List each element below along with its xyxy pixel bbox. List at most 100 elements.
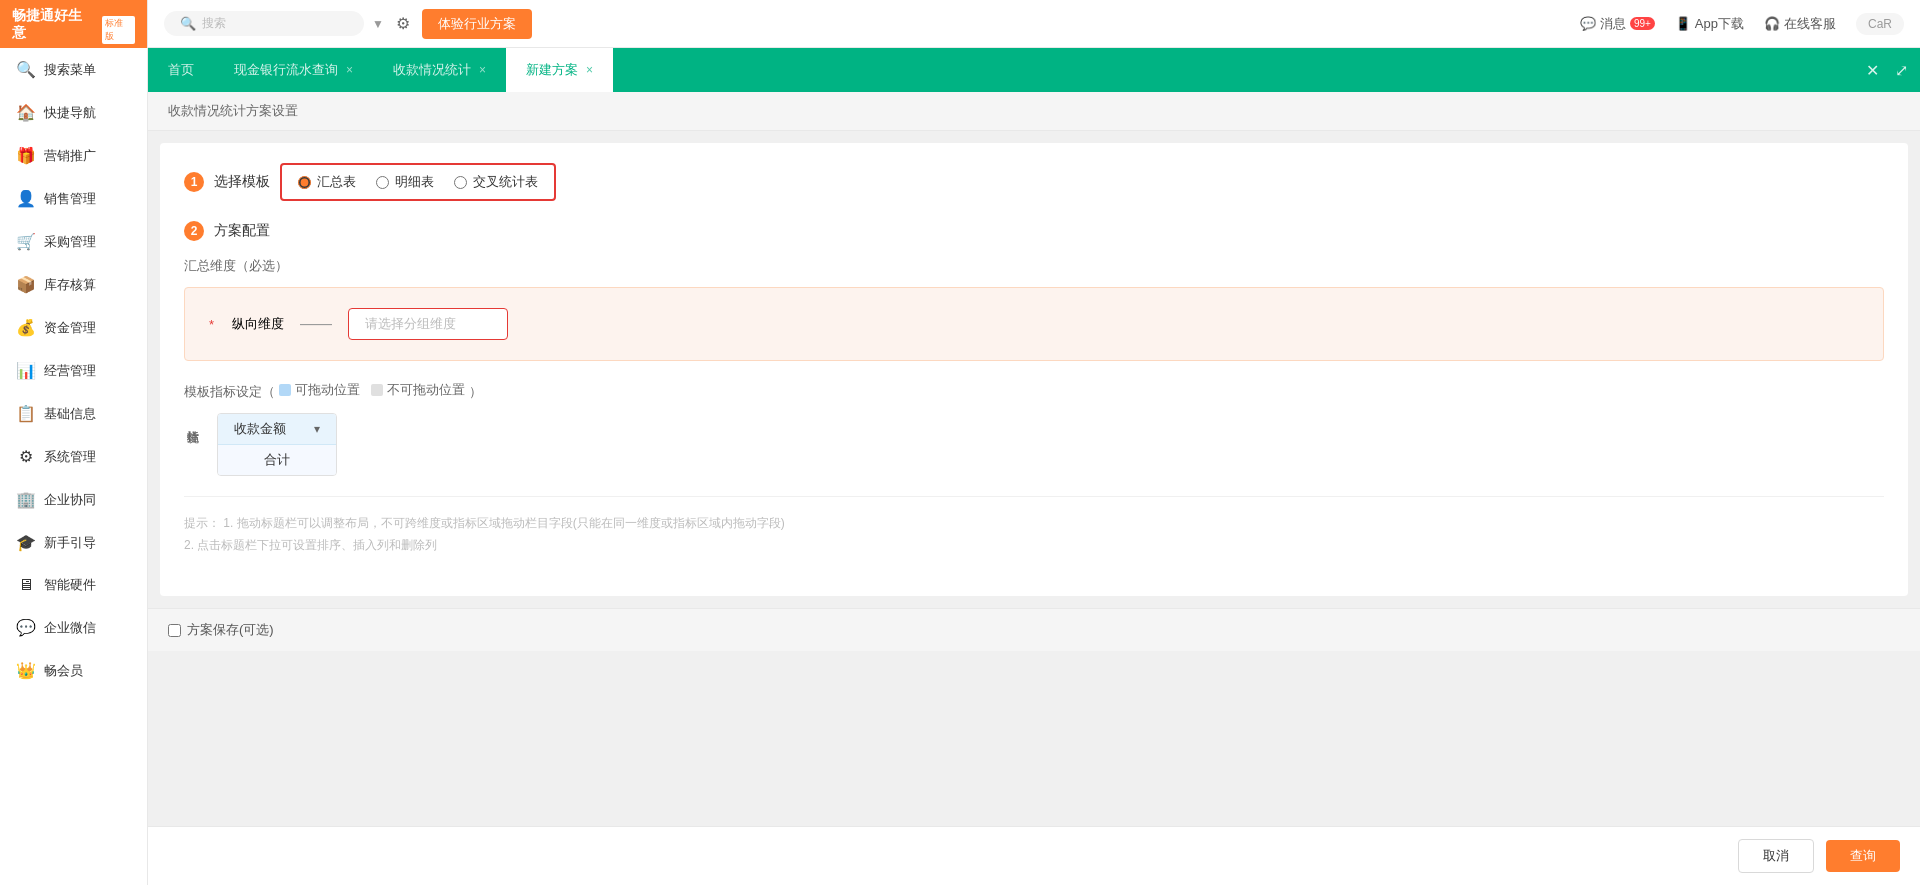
tip-line-2: 2. 点击标题栏下拉可设置排序、插入列和删除列 (184, 535, 1884, 557)
tip-title: 提示： 1. 拖动标题栏可以调整布局，不可跨维度或指标区域拖动栏目字段(只能在同… (184, 513, 1884, 535)
sidebar-logo-text: 畅捷通好生意 (12, 7, 94, 41)
search-icon: 🔍 (16, 60, 36, 79)
main-area: 🔍 搜索 ▼ ⚙ 体验行业方案 💬 消息 99+ 📱 App下载 🎧 在线客服 … (148, 0, 1920, 885)
app-download-item[interactable]: 📱 App下载 (1675, 15, 1744, 33)
radio-detail[interactable]: 明细表 (376, 173, 434, 191)
sidebar-item-enterprise[interactable]: 🏢 企业协同 (0, 478, 147, 521)
tabbar: 首页 现金银行流水查询 × 收款情况统计 × 新建方案 × ✕ ⤢ (148, 48, 1920, 92)
sidebar-item-label: 库存核算 (44, 276, 96, 294)
sidebar-item-member[interactable]: 👑 畅会员 (0, 649, 147, 692)
search-box[interactable]: 🔍 搜索 (164, 11, 364, 36)
tabbar-actions: ✕ ⤢ (1862, 57, 1920, 84)
subtotal-cell: 合计 (218, 445, 336, 475)
sidebar-item-quick-nav[interactable]: 🏠 快捷导航 (0, 91, 147, 134)
sidebar-item-label: 快捷导航 (44, 104, 96, 122)
tip-label: 提示： (184, 516, 220, 530)
dimension-area: * 纵向维度 —— 请选择分组维度 (184, 287, 1884, 361)
sidebar-item-hardware[interactable]: 🖥 智能硬件 (0, 564, 147, 606)
crown-icon: 👑 (16, 661, 36, 680)
maximize-icon[interactable]: ⤢ (1891, 57, 1912, 84)
step2-title: 方案配置 (214, 222, 270, 240)
step2-number: 2 (184, 221, 204, 241)
sidebar-item-search-menu[interactable]: 🔍 搜索菜单 (0, 48, 147, 91)
radio-summary[interactable]: 汇总表 (298, 173, 356, 191)
save-checkbox-input[interactable] (168, 624, 181, 637)
form-card: 1 选择模板 汇总表 明细表 (160, 143, 1908, 596)
sidebar-item-guide[interactable]: 🎓 新手引导 (0, 521, 147, 564)
tab-home[interactable]: 首页 (148, 48, 214, 92)
sidebar-item-finance[interactable]: 💰 资金管理 (0, 306, 147, 349)
service-item[interactable]: 🎧 在线客服 (1764, 15, 1836, 33)
close-icon[interactable]: × (479, 63, 486, 77)
row-dimension-label: 纵向维度 (232, 315, 284, 333)
sidebar-item-marketing[interactable]: 🎁 营销推广 (0, 134, 147, 177)
tab-new-plan-label: 新建方案 (526, 61, 578, 79)
download-icon: 📱 (1675, 16, 1691, 31)
home-icon: 🏠 (16, 103, 36, 122)
save-label: 方案保存(可选) (187, 621, 274, 639)
service-label: 在线客服 (1784, 15, 1836, 33)
service-icon: 🎧 (1764, 16, 1780, 31)
search-placeholder: 搜索 (202, 15, 226, 32)
radio-cross-input[interactable] (454, 176, 467, 189)
template-options: 汇总表 明细表 交叉统计表 (280, 163, 556, 201)
sidebar-item-label: 经营管理 (44, 362, 96, 380)
radio-cross-label: 交叉统计表 (473, 173, 538, 191)
user-name[interactable]: CaR (1856, 13, 1904, 35)
sidebar-item-label: 采购管理 (44, 233, 96, 251)
sidebar-item-sales[interactable]: 👤 销售管理 (0, 177, 147, 220)
sidebar-item-system[interactable]: ⚙ 系统管理 (0, 435, 147, 478)
search-icon: 🔍 (180, 16, 196, 31)
gift-icon: 🎁 (16, 146, 36, 165)
legend-movable: 可拖动位置 (279, 381, 360, 399)
hardware-icon: 🖥 (16, 576, 36, 594)
notification-item[interactable]: 💬 消息 99+ (1580, 15, 1655, 33)
radio-cross[interactable]: 交叉统计表 (454, 173, 538, 191)
dimension-row: * 纵向维度 —— 请选择分组维度 (209, 308, 1859, 340)
tab-bank-flow[interactable]: 现金银行流水查询 × (214, 48, 373, 92)
close-icon[interactable]: × (346, 63, 353, 77)
close-icon[interactable]: × (586, 63, 593, 77)
required-mark: * (209, 317, 214, 332)
sidebar-item-purchase[interactable]: 🛒 采购管理 (0, 220, 147, 263)
query-button[interactable]: 查询 (1826, 840, 1900, 872)
close-window-icon[interactable]: ✕ (1862, 57, 1883, 84)
tip-line-1: 1. 拖动标题栏可以调整布局，不可跨维度或指标区域拖动栏目字段(只能在同一维度或… (223, 516, 784, 530)
radio-summary-input[interactable] (298, 176, 311, 189)
save-checkbox[interactable]: 方案保存(可选) (168, 621, 274, 639)
sidebar-item-inventory[interactable]: 📦 库存核算 (0, 263, 147, 306)
movable-dot (279, 384, 291, 396)
chevron-down-icon[interactable]: ▼ (372, 17, 384, 31)
arrow-icon: —— (300, 315, 332, 333)
cart-icon: 🛒 (16, 232, 36, 251)
sidebar-item-label: 畅会员 (44, 662, 83, 680)
notification-label: 消息 (1600, 15, 1626, 33)
sidebar-item-wechat[interactable]: 💬 企业微信 (0, 606, 147, 649)
tab-new-plan[interactable]: 新建方案 × (506, 48, 613, 92)
sidebar-item-basic-info[interactable]: 📋 基础信息 (0, 392, 147, 435)
app-download-label: App下载 (1695, 15, 1744, 33)
notification-icon: 💬 (1580, 16, 1596, 31)
sidebar-item-label: 销售管理 (44, 190, 96, 208)
tips-section: 提示： 1. 拖动标题栏可以调整布局，不可跨维度或指标区域拖动栏目字段(只能在同… (184, 496, 1884, 556)
radio-summary-label: 汇总表 (317, 173, 356, 191)
topbar-left: 🔍 搜索 ▼ ⚙ 体验行业方案 (164, 9, 1564, 39)
dimension-select[interactable]: 请选择分组维度 (348, 308, 508, 340)
step1-title: 选择模板 (214, 173, 270, 191)
radio-detail-label: 明细表 (395, 173, 434, 191)
guide-icon: 🎓 (16, 533, 36, 552)
clipboard-icon: 📋 (16, 404, 36, 423)
stats-category-label: 统计指标 (184, 413, 201, 429)
sidebar-item-operation[interactable]: 📊 经营管理 (0, 349, 147, 392)
cancel-button[interactable]: 取消 (1738, 839, 1814, 873)
stats-table-header: 收款金额 ▾ (218, 414, 336, 445)
chevron-down-icon[interactable]: ▾ (314, 422, 320, 436)
radio-detail-input[interactable] (376, 176, 389, 189)
step1-header: 1 选择模板 汇总表 明细表 (184, 163, 1884, 201)
stats-table: 收款金额 ▾ 合计 (217, 413, 337, 476)
sidebar-logo-badge: 标准版 (102, 16, 135, 44)
trial-button[interactable]: 体验行业方案 (422, 9, 532, 39)
tab-home-label: 首页 (168, 61, 194, 79)
tab-receipt-stats[interactable]: 收款情况统计 × (373, 48, 506, 92)
settings-icon[interactable]: ⚙ (392, 10, 414, 37)
